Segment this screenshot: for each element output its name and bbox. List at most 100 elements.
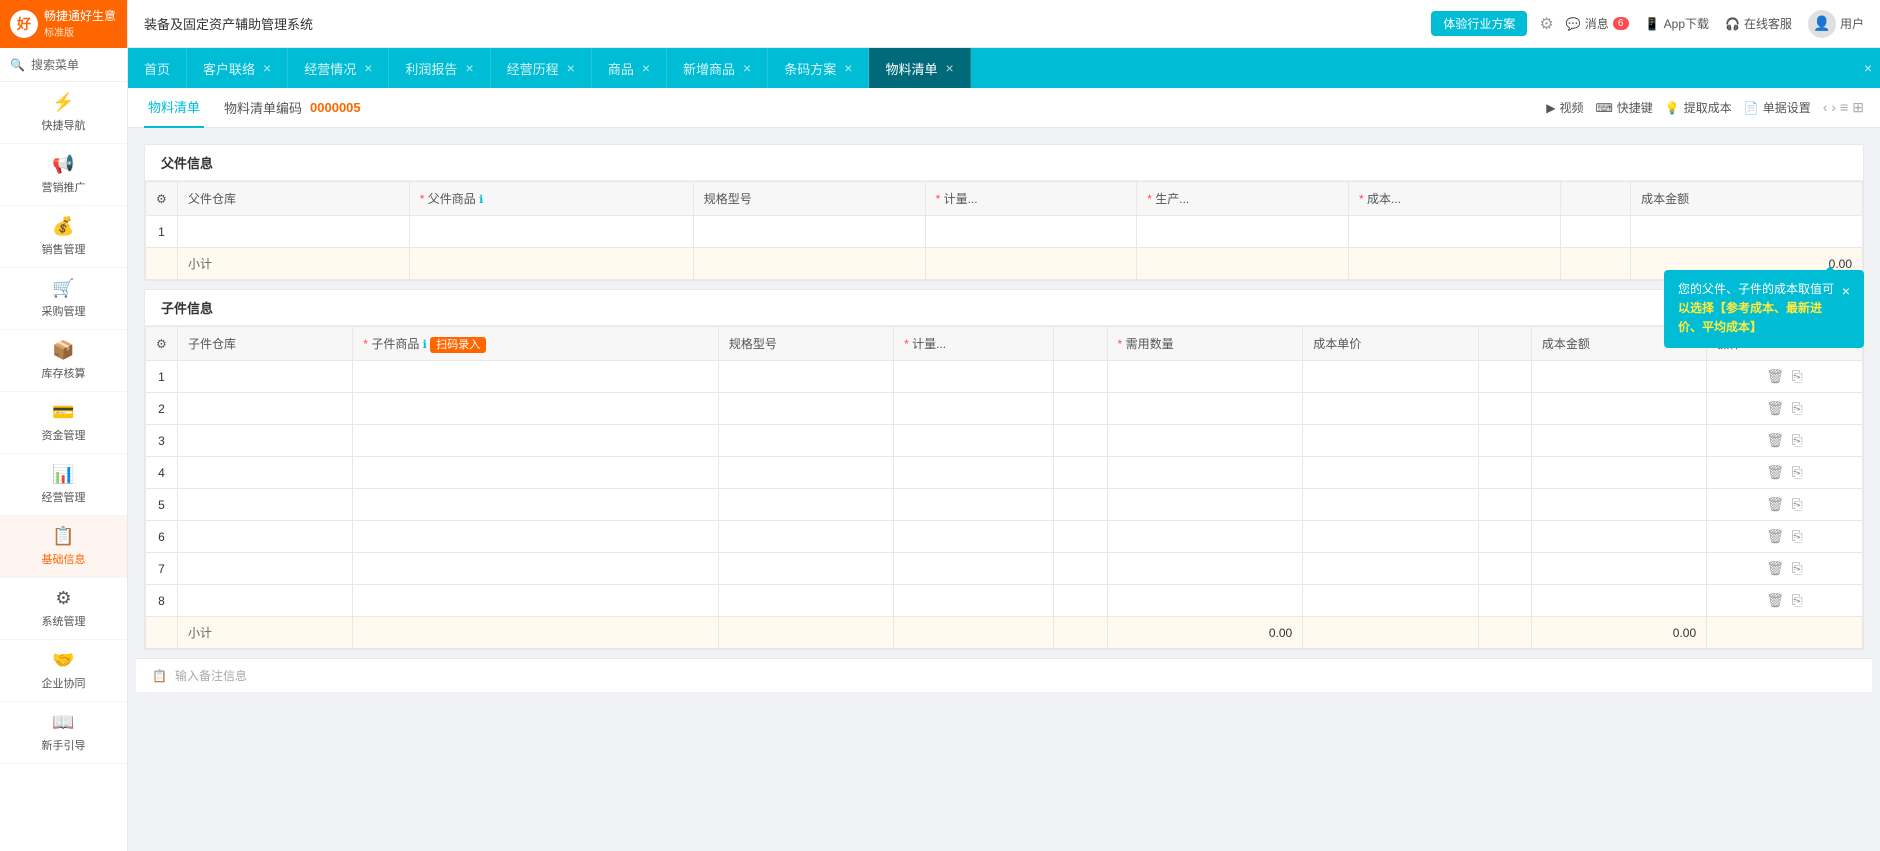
child-row-4-warehouse[interactable] [178,457,353,489]
nav-close-all[interactable]: × [1856,60,1880,76]
sidebar-item-inventory[interactable]: 📦 库存核算 [0,330,127,392]
child-row-4-copy-btn[interactable]: ⎘ [1792,464,1803,480]
child-row-2-unit[interactable] [894,393,1054,425]
child-row-3-goods[interactable] [353,425,719,457]
child-row-2-unit-price[interactable] [1303,393,1478,425]
child-row-5-warehouse[interactable] [178,489,353,521]
child-col-settings[interactable]: ⚙ [146,327,178,361]
scan-badge[interactable]: 扫码录入 [430,337,486,353]
search-menu-item[interactable]: 🔍 搜索菜单 [0,48,127,82]
child-row-6-copy-btn[interactable]: ⎘ [1792,528,1803,544]
child-row-4-unit[interactable] [894,457,1054,489]
child-row-1-spec[interactable] [718,361,893,393]
tab-barcode[interactable]: 条码方案 × [768,48,869,88]
settings-icon[interactable]: ⚙ [1539,14,1553,34]
tab-close-new-goods[interactable]: × [743,61,751,75]
tab-close-profit[interactable]: × [465,61,473,75]
child-row-1-goods[interactable] [353,361,719,393]
child-row-2-goods[interactable] [353,393,719,425]
tab-close-operations[interactable]: × [364,61,372,75]
child-row-6-quantity[interactable] [1107,521,1303,553]
parent-row-1-spec[interactable] [693,216,925,248]
child-row-8-unit-price[interactable] [1303,585,1478,617]
parent-row-1-cost[interactable] [1348,216,1560,248]
tab-profit[interactable]: 利润报告 × [389,48,490,88]
parent-row-1-goods[interactable] [409,216,693,248]
user-action[interactable]: 👤 用户 [1808,10,1864,38]
sub-tab-bom-list[interactable]: 物料清单 [144,88,204,128]
child-row-6-delete-btn[interactable]: 🗑 [1766,528,1784,544]
child-row-3-warehouse[interactable] [178,425,353,457]
child-row-1-unit[interactable] [894,361,1054,393]
child-row-5-quantity[interactable] [1107,489,1303,521]
tab-operations[interactable]: 经营情况 × [288,48,389,88]
sidebar-item-guide[interactable]: 📖 新手引导 [0,702,127,764]
child-row-2-delete-btn[interactable]: 🗑 [1766,400,1784,416]
child-row-7-delete-btn[interactable]: 🗑 [1766,560,1784,576]
tab-new-goods[interactable]: 新增商品 × [667,48,768,88]
child-row-7-quantity[interactable] [1107,553,1303,585]
nav-prev-btn[interactable]: ‹ [1823,99,1828,116]
child-row-5-unit-price[interactable] [1303,489,1478,521]
child-row-6-unit[interactable] [894,521,1054,553]
child-row-7-unit-price[interactable] [1303,553,1478,585]
child-row-8-copy-btn[interactable]: ⎘ [1792,592,1803,608]
child-row-5-unit[interactable] [894,489,1054,521]
extract-cost-btn[interactable]: 💡 提取成本 [1665,99,1732,116]
sidebar-item-system[interactable]: ⚙ 系统管理 [0,578,127,640]
child-row-1-copy-btn[interactable]: ⎘ [1792,368,1803,384]
sidebar-item-sales[interactable]: 💰 销售管理 [0,206,127,268]
sidebar-item-cooperation[interactable]: 🤝 企业协同 [0,640,127,702]
child-row-2-copy-btn[interactable]: ⎘ [1792,400,1803,416]
tab-close-history[interactable]: × [567,61,575,75]
child-row-3-spec[interactable] [718,425,893,457]
tab-bom[interactable]: 物料清单 × [869,48,970,88]
child-row-5-spec[interactable] [718,489,893,521]
single-settings-btn[interactable]: 📄 单据设置 [1744,99,1811,116]
child-row-3-unit[interactable] [894,425,1054,457]
info-icon-child[interactable]: ℹ [423,339,427,351]
tab-goods[interactable]: 商品 × [592,48,667,88]
child-row-7-copy-btn[interactable]: ⎘ [1792,560,1803,576]
child-row-7-goods[interactable] [353,553,719,585]
child-row-6-goods[interactable] [353,521,719,553]
tab-close-barcode[interactable]: × [844,61,852,75]
online-service-action[interactable]: 🎧 在线客服 [1725,15,1792,32]
child-row-7-spec[interactable] [718,553,893,585]
child-row-7-warehouse[interactable] [178,553,353,585]
child-row-2-spec[interactable] [718,393,893,425]
grid-view-btn[interactable]: ⊞ [1852,99,1864,116]
child-row-1-unit-price[interactable] [1303,361,1478,393]
child-row-2-quantity[interactable] [1107,393,1303,425]
tooltip-close-btn[interactable]: × [1842,280,1850,302]
child-row-1-delete-btn[interactable]: 🗑 [1766,368,1784,384]
child-row-3-quantity[interactable] [1107,425,1303,457]
child-row-6-unit-price[interactable] [1303,521,1478,553]
sidebar-item-finance[interactable]: 💳 资金管理 [0,392,127,454]
parent-row-1-warehouse[interactable] [178,216,410,248]
child-row-6-spec[interactable] [718,521,893,553]
view-video-btn[interactable]: ▶ 视频 [1546,99,1583,116]
child-row-8-quantity[interactable] [1107,585,1303,617]
sidebar-item-purchase[interactable]: 🛒 采购管理 [0,268,127,330]
child-row-2-warehouse[interactable] [178,393,353,425]
child-row-5-delete-btn[interactable]: 🗑 [1766,496,1784,512]
message-action[interactable]: 💬 消息 6 [1566,15,1629,32]
shortcut-btn[interactable]: ⌨ 快捷键 [1595,99,1652,116]
parent-row-1-unit[interactable] [925,216,1137,248]
sidebar-item-quick-nav[interactable]: ⚡ 快捷导航 [0,82,127,144]
child-row-8-delete-btn[interactable]: 🗑 [1766,592,1784,608]
parent-col-settings[interactable]: ⚙ [146,182,178,216]
child-row-1-quantity[interactable] [1107,361,1303,393]
child-row-5-copy-btn[interactable]: ⎘ [1792,496,1803,512]
experience-btn[interactable]: 体验行业方案 [1431,11,1527,36]
app-download-action[interactable]: 📱 App下载 [1645,15,1709,32]
list-view-btn[interactable]: ≡ [1840,99,1848,116]
sidebar-item-operations[interactable]: 📊 经营管理 [0,454,127,516]
child-row-8-goods[interactable] [353,585,719,617]
tab-home[interactable]: 首页 [128,48,187,88]
tab-history[interactable]: 经营历程 × [491,48,592,88]
footer-text[interactable]: 输入备注信息 [175,667,247,684]
child-row-4-spec[interactable] [718,457,893,489]
child-row-4-goods[interactable] [353,457,719,489]
